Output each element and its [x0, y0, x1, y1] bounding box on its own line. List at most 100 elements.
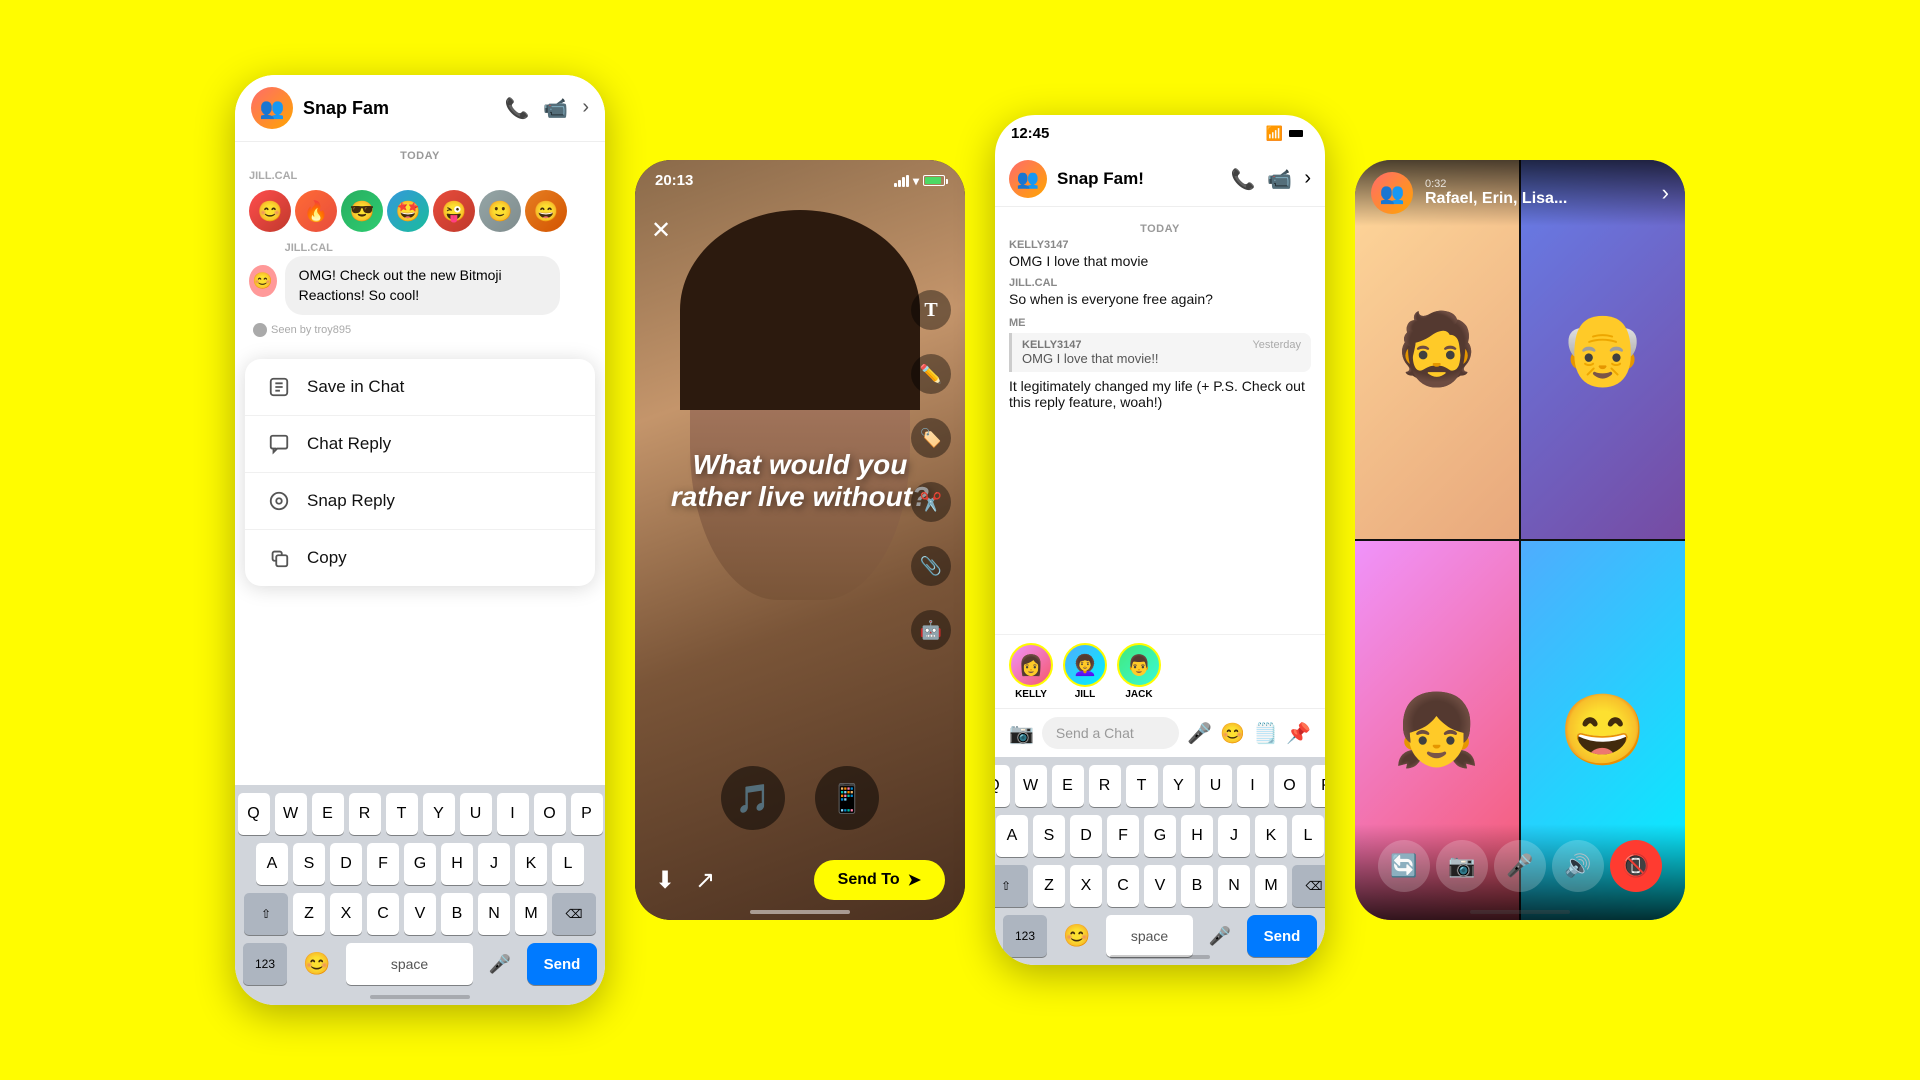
sticker-input-icon[interactable]: 🗒️	[1253, 721, 1278, 746]
key-r[interactable]: R	[349, 793, 381, 835]
mute-button[interactable]: 🎤	[1494, 840, 1546, 892]
delete-key[interactable]: ⌫	[552, 893, 596, 935]
speaker-button[interactable]: 🔊	[1552, 840, 1604, 892]
p3-send-button[interactable]: Send	[1247, 915, 1317, 957]
video-call-icon[interactable]: 📹	[543, 96, 568, 121]
p3-key-i[interactable]: I	[1237, 765, 1269, 807]
emoji-input-icon[interactable]: 😊	[1220, 721, 1245, 746]
key-v[interactable]: V	[404, 893, 436, 935]
key-i[interactable]: I	[497, 793, 529, 835]
phone-call-icon[interactable]: 📞	[505, 96, 530, 121]
send-to-button[interactable]: Send To ➤	[814, 860, 945, 900]
sender-label: JILL.CAL	[235, 166, 605, 184]
key-j[interactable]: J	[478, 843, 510, 885]
key-x[interactable]: X	[330, 893, 362, 935]
key-d[interactable]: D	[330, 843, 362, 885]
p3-key-l[interactable]: L	[1292, 815, 1324, 857]
p3-shift-key[interactable]: ⇧	[995, 865, 1028, 907]
end-call-button[interactable]: 📵	[1610, 840, 1662, 892]
p3-key-q[interactable]: Q	[995, 765, 1010, 807]
emoji-key[interactable]: 😊	[295, 947, 338, 981]
key-h[interactable]: H	[441, 843, 473, 885]
save-in-chat-button[interactable]: Save in Chat	[245, 359, 595, 416]
chevron-icon-p3[interactable]: ›	[1304, 167, 1311, 192]
paperclip-tool[interactable]: 📎	[911, 546, 951, 586]
p3-key-s[interactable]: S	[1033, 815, 1065, 857]
key-u[interactable]: U	[460, 793, 492, 835]
mic-key[interactable]: 🎤	[481, 950, 519, 979]
p3-key-t[interactable]: T	[1126, 765, 1158, 807]
key-b[interactable]: B	[441, 893, 473, 935]
p3-key-j[interactable]: J	[1218, 815, 1250, 857]
p3-key-a[interactable]: A	[996, 815, 1028, 857]
close-button[interactable]: ✕	[651, 216, 671, 245]
p3-key-k[interactable]: K	[1255, 815, 1287, 857]
chevron-right-icon[interactable]: ›	[582, 96, 589, 121]
p3-delete-key[interactable]: ⌫	[1292, 865, 1325, 907]
mic-input-icon[interactable]: 🎤	[1187, 721, 1212, 746]
phone4-chevron[interactable]: ›	[1662, 180, 1669, 206]
p3-key-v[interactable]: V	[1144, 865, 1176, 907]
key-m[interactable]: M	[515, 893, 547, 935]
p3-key-m[interactable]: M	[1255, 865, 1287, 907]
p3-mic-key[interactable]: 🎤	[1201, 922, 1239, 951]
sticker-tool[interactable]: 🏷️	[911, 418, 951, 458]
send-button[interactable]: Send	[527, 943, 597, 985]
p3-key-b[interactable]: B	[1181, 865, 1213, 907]
call-icon-p3[interactable]: 📞	[1231, 167, 1256, 192]
key-s[interactable]: S	[293, 843, 325, 885]
download-icon[interactable]: ⬇	[655, 866, 675, 895]
key-k[interactable]: K	[515, 843, 547, 885]
space-key[interactable]: space	[346, 943, 472, 985]
p3-key-c[interactable]: C	[1107, 865, 1139, 907]
p3-key-h[interactable]: H	[1181, 815, 1213, 857]
p3-numbers-key[interactable]: 123	[1003, 915, 1047, 957]
text-tool[interactable]: T	[911, 290, 951, 330]
key-w[interactable]: W	[275, 793, 307, 835]
bitmoji-tool[interactable]: 🤖	[911, 610, 951, 650]
p3-emoji-key[interactable]: 😊	[1055, 919, 1098, 953]
key-e[interactable]: E	[312, 793, 344, 835]
draw-tool[interactable]: ✏️	[911, 354, 951, 394]
key-p[interactable]: P	[571, 793, 603, 835]
camera-off-button[interactable]: 📷	[1436, 840, 1488, 892]
p3-space-key[interactable]: space	[1106, 915, 1192, 957]
p3-key-x[interactable]: X	[1070, 865, 1102, 907]
p3-key-w[interactable]: W	[1015, 765, 1047, 807]
p3-key-f[interactable]: F	[1107, 815, 1139, 857]
chat-reply-button[interactable]: Chat Reply	[245, 416, 595, 473]
p3-key-d[interactable]: D	[1070, 815, 1102, 857]
p3-key-g[interactable]: G	[1144, 815, 1176, 857]
p3-key-z[interactable]: Z	[1033, 865, 1065, 907]
key-t[interactable]: T	[386, 793, 418, 835]
chat-input-field[interactable]: Send a Chat	[1042, 717, 1179, 749]
p3-key-u[interactable]: U	[1200, 765, 1232, 807]
numbers-key[interactable]: 123	[243, 943, 287, 985]
video-icon-p3[interactable]: 📹	[1267, 167, 1292, 192]
key-c[interactable]: C	[367, 893, 399, 935]
key-f[interactable]: F	[367, 843, 399, 885]
p3-key-p[interactable]: P	[1311, 765, 1326, 807]
key-o[interactable]: O	[534, 793, 566, 835]
scissors-tool[interactable]: ✂️	[911, 482, 951, 522]
p3-key-e[interactable]: E	[1052, 765, 1084, 807]
bitmoji-input-icon[interactable]: 📌	[1286, 721, 1311, 746]
copy-button[interactable]: Copy	[245, 530, 595, 586]
key-n[interactable]: N	[478, 893, 510, 935]
camera-flip-button[interactable]: 🔄	[1378, 840, 1430, 892]
key-l[interactable]: L	[552, 843, 584, 885]
p3-key-o[interactable]: O	[1274, 765, 1306, 807]
p3-key-r[interactable]: R	[1089, 765, 1121, 807]
key-z[interactable]: Z	[293, 893, 325, 935]
phone3-status-bar: 12:45 📶	[995, 115, 1325, 152]
key-q[interactable]: Q	[238, 793, 270, 835]
snap-reply-button[interactable]: Snap Reply	[245, 473, 595, 530]
key-y[interactable]: Y	[423, 793, 455, 835]
p3-key-n[interactable]: N	[1218, 865, 1250, 907]
camera-input-icon[interactable]: 📷	[1009, 721, 1034, 746]
p3-key-y[interactable]: Y	[1163, 765, 1195, 807]
share-icon[interactable]: ↗	[695, 866, 715, 895]
shift-key[interactable]: ⇧	[244, 893, 288, 935]
key-a[interactable]: A	[256, 843, 288, 885]
key-g[interactable]: G	[404, 843, 436, 885]
